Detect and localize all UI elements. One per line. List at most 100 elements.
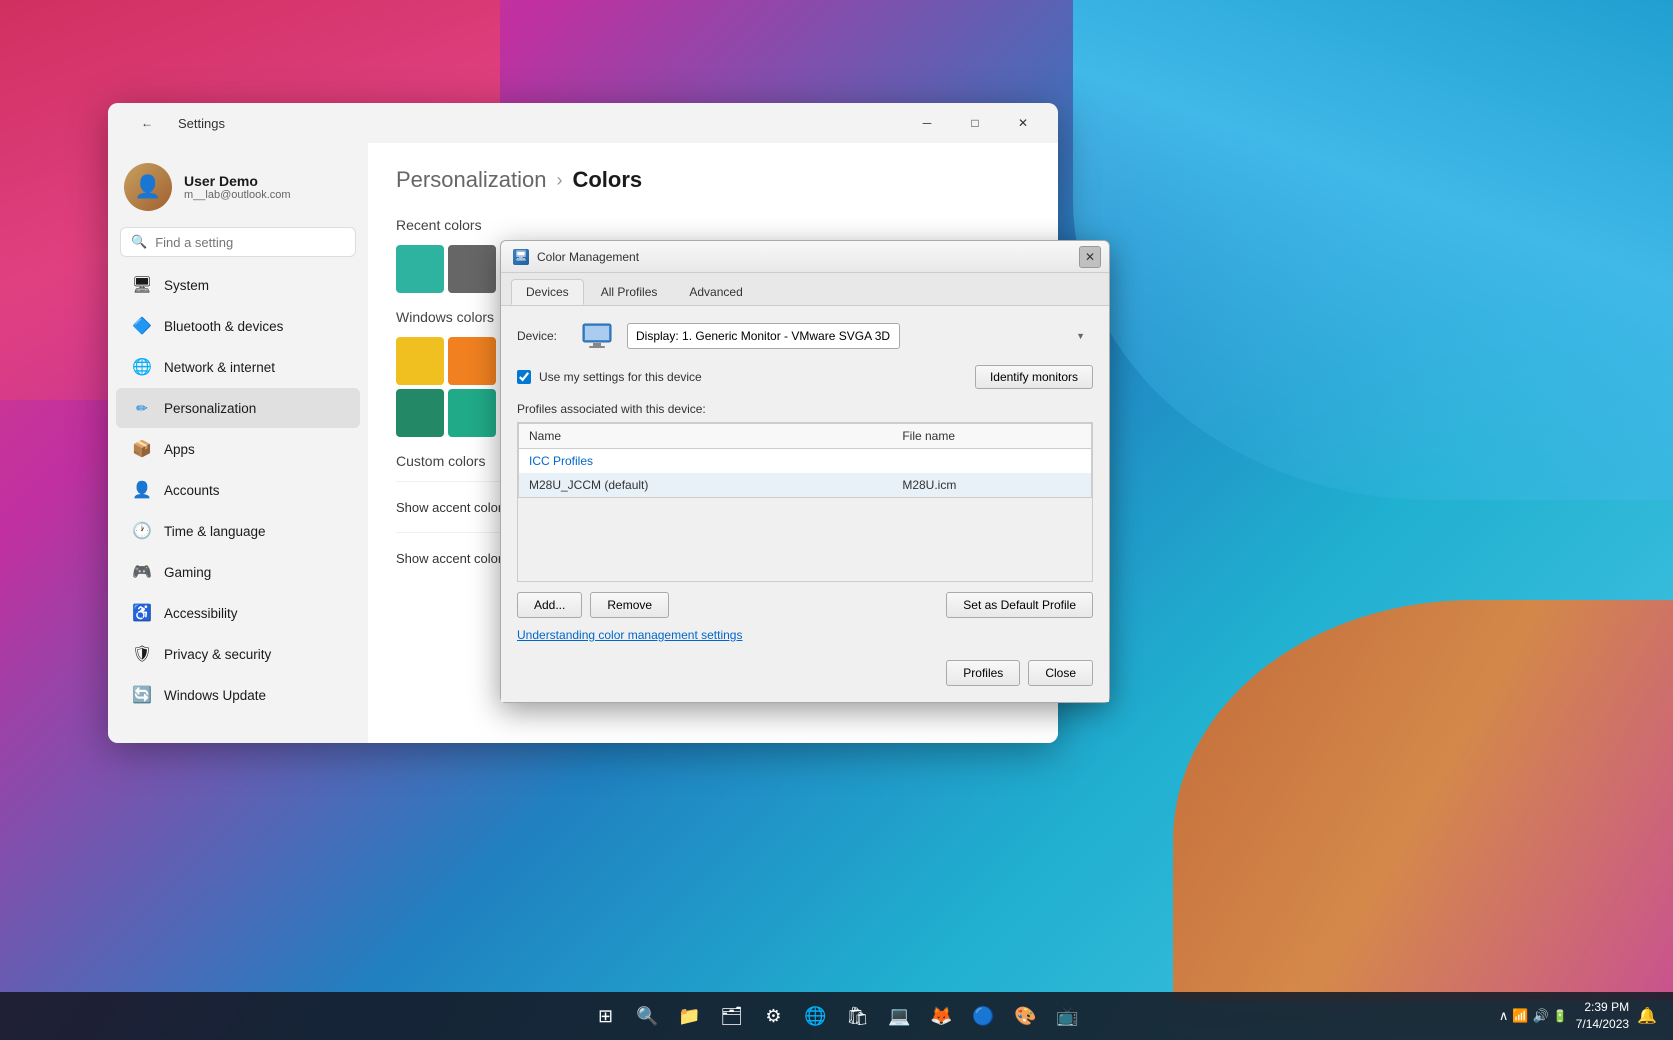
sidebar-item-label-network: Network & internet [164, 360, 275, 375]
profiles-table-container: Name File name ICC Profiles M28U_JCCM (d… [517, 422, 1093, 582]
sidebar-item-update[interactable]: 🔄 Windows Update [116, 675, 360, 715]
gaming-icon: 🎮 [132, 562, 152, 582]
windows-color-swatch[interactable] [448, 337, 496, 385]
search-box[interactable]: 🔍 [120, 227, 356, 257]
sidebar-item-label-bluetooth: Bluetooth & devices [164, 319, 283, 334]
dialog-body: Device: Display: 1. Generic Monitor - VM… [501, 306, 1109, 702]
sidebar-item-label-personalization: Personalization [164, 401, 256, 416]
sidebar-item-apps[interactable]: 📦 Apps [116, 429, 360, 469]
sidebar-item-label-system: System [164, 278, 209, 293]
sidebar-item-gaming[interactable]: 🎮 Gaming [116, 552, 360, 592]
taskbar-settings-icon[interactable]: ⚙ [756, 998, 792, 1034]
window-titlebar: ← Settings ─ □ ✕ [108, 103, 1058, 143]
clock-date: 7/14/2023 [1576, 1016, 1629, 1033]
sidebar: 👤 User Demo m__lab@outlook.com 🔍 🖥 Syste… [108, 143, 368, 743]
taskbar-center: ⊞ 🔍 📁 🗂 ⚙ 🌐 🛍 💻 🦊 🔵 🎨 📺 [588, 998, 1086, 1034]
icc-group-label: ICC Profiles [519, 449, 893, 474]
sidebar-item-personalization[interactable]: ✏ Personalization [116, 388, 360, 428]
profile-row[interactable]: M28U_JCCM (default) M28U.icm [519, 473, 1092, 498]
dialog-close-button[interactable]: ✕ [1079, 246, 1101, 268]
dialog-bottom-actions: Profiles Close [517, 660, 1093, 686]
sidebar-item-accessibility[interactable]: ♿ Accessibility [116, 593, 360, 633]
close-dialog-button[interactable]: Close [1028, 660, 1093, 686]
window-title: Settings [178, 116, 225, 131]
taskbar-files-icon[interactable]: 📁 [672, 998, 708, 1034]
dialog-action-buttons: Add... Remove Set as Default Profile [517, 592, 1093, 618]
profiles-button[interactable]: Profiles [946, 660, 1020, 686]
taskbar-start-icon[interactable]: ⊞ [588, 998, 624, 1034]
sidebar-item-label-update: Windows Update [164, 688, 266, 703]
color-management-dialog: 🖥 Color Management ✕ Devices All Profile… [500, 240, 1110, 703]
tab-advanced[interactable]: Advanced [674, 279, 757, 305]
maximize-button[interactable]: □ [952, 107, 998, 139]
personalization-icon: ✏ [132, 398, 152, 418]
accounts-icon: 👤 [132, 480, 152, 500]
user-email: m__lab@outlook.com [184, 189, 352, 201]
privacy-icon: 🛡 [132, 644, 152, 664]
user-profile: 👤 User Demo m__lab@outlook.com [108, 151, 368, 227]
taskbar-task-icon[interactable]: 📺 [1050, 998, 1086, 1034]
recent-color-swatch[interactable] [396, 245, 444, 293]
taskbar-edge-icon[interactable]: 🌐 [798, 998, 834, 1034]
sidebar-item-label-gaming: Gaming [164, 565, 211, 580]
sidebar-item-network[interactable]: 🌐 Network & internet [116, 347, 360, 387]
close-button[interactable]: ✕ [1000, 107, 1046, 139]
remove-button[interactable]: Remove [590, 592, 669, 618]
system-icon: 🖥 [132, 275, 152, 295]
sidebar-item-accounts[interactable]: 👤 Accounts [116, 470, 360, 510]
tab-devices[interactable]: Devices [511, 279, 584, 305]
profiles-table: Name File name ICC Profiles M28U_JCCM (d… [518, 423, 1092, 498]
time-icon: 🕐 [132, 521, 152, 541]
tray-battery-icon[interactable]: 🔋 [1553, 1009, 1568, 1023]
clock-time: 2:39 PM [1576, 999, 1629, 1016]
windows-color-swatch[interactable] [396, 389, 444, 437]
tray-icon-1[interactable]: ∧ [1499, 1008, 1509, 1024]
breadcrumb-separator: › [556, 170, 562, 191]
taskbar-clock[interactable]: 2:39 PM 7/14/2023 [1576, 999, 1629, 1033]
search-icon: 🔍 [131, 234, 147, 250]
tray-network-icon[interactable]: 📶 [1512, 1008, 1528, 1024]
identify-monitors-button[interactable]: Identify monitors [975, 365, 1093, 389]
use-settings-label: Use my settings for this device [539, 370, 702, 384]
taskbar-chrome-icon[interactable]: 🔵 [966, 998, 1002, 1034]
taskbar-folder-icon[interactable]: 🗂 [714, 998, 750, 1034]
sidebar-item-privacy[interactable]: 🛡 Privacy & security [116, 634, 360, 674]
back-button[interactable]: ← [124, 107, 170, 139]
device-select-wrapper: Display: 1. Generic Monitor - VMware SVG… [627, 323, 1093, 349]
recent-color-swatch[interactable] [448, 245, 496, 293]
bluetooth-icon: 🔷 [132, 316, 152, 336]
add-button[interactable]: Add... [517, 592, 582, 618]
taskbar-store-icon[interactable]: 🛍 [840, 998, 876, 1034]
profile-name: M28U_JCCM (default) [519, 473, 893, 498]
sidebar-item-system[interactable]: 🖥 System [116, 265, 360, 305]
tab-all-profiles[interactable]: All Profiles [586, 279, 673, 305]
accessibility-icon: ♿ [132, 603, 152, 623]
user-name: User Demo [184, 173, 352, 189]
color-mgmt-link[interactable]: Understanding color management settings [517, 628, 742, 642]
device-select[interactable]: Display: 1. Generic Monitor - VMware SVG… [627, 323, 900, 349]
minimize-button[interactable]: ─ [904, 107, 950, 139]
search-input[interactable] [155, 235, 345, 250]
user-info: User Demo m__lab@outlook.com [184, 173, 352, 201]
taskbar-sublime-icon[interactable]: 🎨 [1008, 998, 1044, 1034]
breadcrumb-parent: Personalization [396, 167, 546, 193]
taskbar-terminal-icon[interactable]: 💻 [882, 998, 918, 1034]
device-label: Device: [517, 329, 567, 343]
network-icon: 🌐 [132, 357, 152, 377]
windows-color-swatch[interactable] [448, 389, 496, 437]
windows-color-swatch[interactable] [396, 337, 444, 385]
tray-volume-icon[interactable]: 🔊 [1533, 1008, 1549, 1024]
breadcrumb: Personalization › Colors [396, 167, 1030, 193]
taskbar-search-icon[interactable]: 🔍 [630, 998, 666, 1034]
monitor-svg [581, 323, 613, 349]
use-settings-checkbox[interactable] [517, 370, 531, 384]
sidebar-item-bluetooth[interactable]: 🔷 Bluetooth & devices [116, 306, 360, 346]
notification-icon[interactable]: 🔔 [1637, 1006, 1657, 1026]
profiles-section-title: Profiles associated with this device: [517, 402, 1093, 416]
system-tray-icons: ∧ 📶 🔊 🔋 [1499, 1008, 1568, 1024]
dialog-tabs: Devices All Profiles Advanced [501, 273, 1109, 306]
left-buttons: Add... Remove [517, 592, 669, 618]
taskbar-firefox-icon[interactable]: 🦊 [924, 998, 960, 1034]
set-default-button[interactable]: Set as Default Profile [946, 592, 1093, 618]
sidebar-item-time[interactable]: 🕐 Time & language [116, 511, 360, 551]
